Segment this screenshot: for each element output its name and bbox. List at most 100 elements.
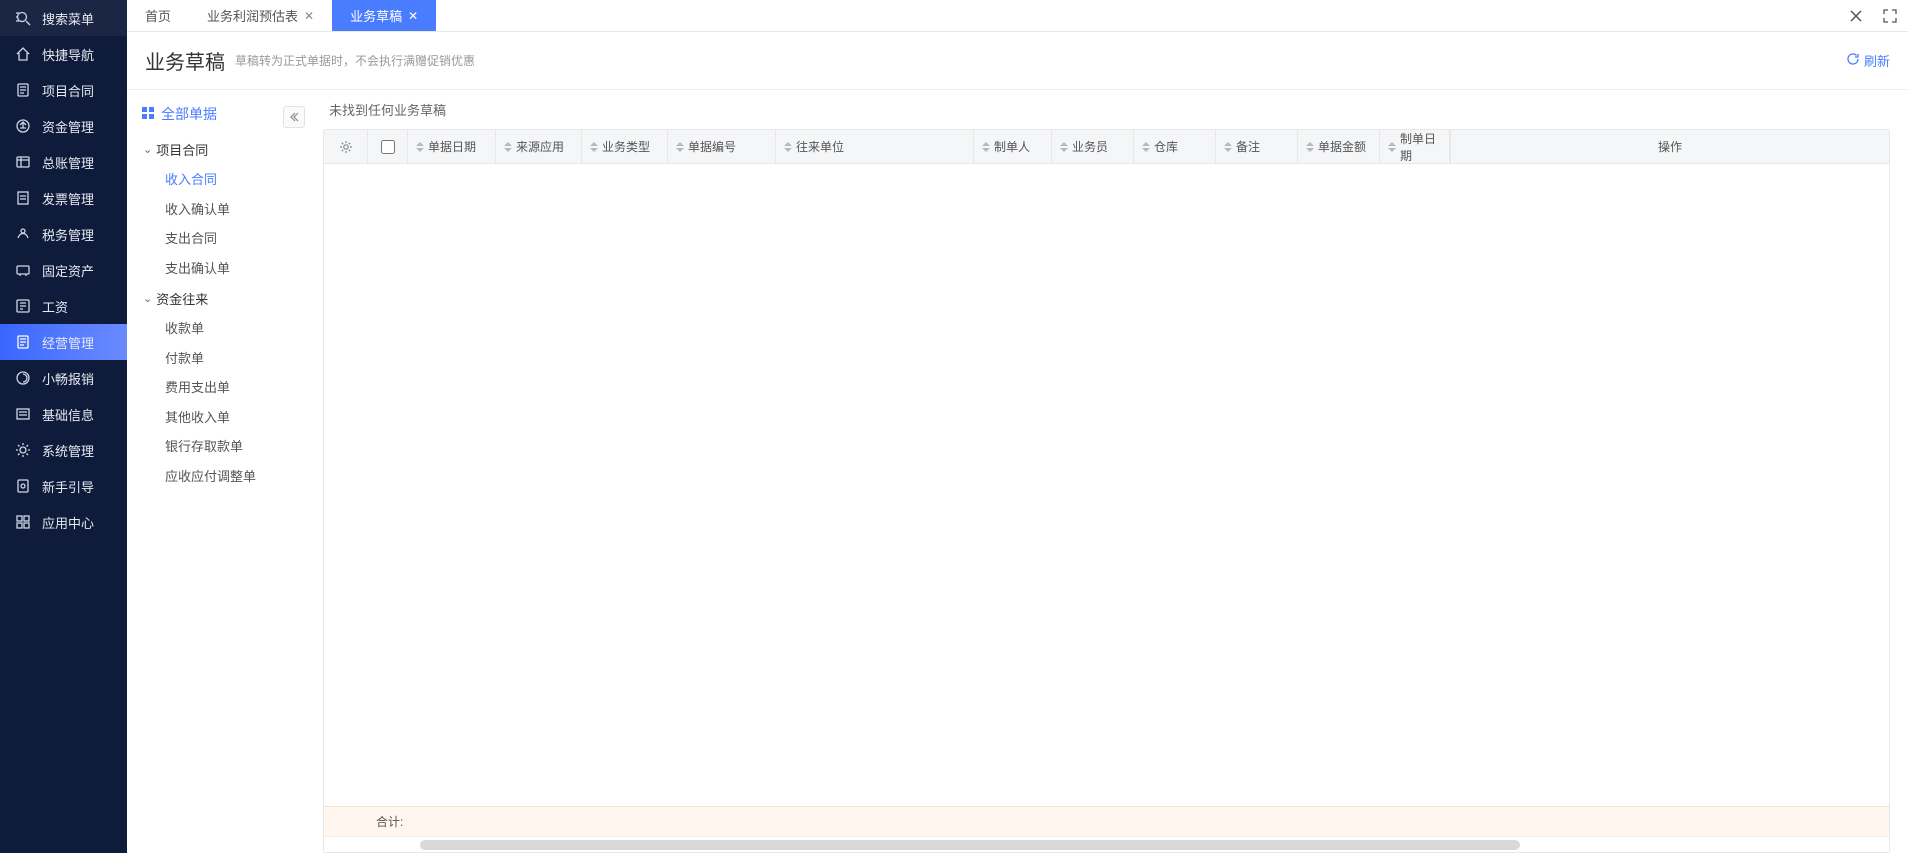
tree-leaf-0-2[interactable]: 支出合同 [139,224,309,254]
nav-item-label: 资金管理 [42,117,94,136]
close-all-icon[interactable] [1844,4,1868,28]
main-area: 首页业务利润预估表 ✕ 业务草稿 ✕ 业务草稿 草稿转为正式单据时，不会执行满赠促销优… [127,0,1908,853]
col-biz-type[interactable]: 业务类型 [582,130,668,163]
page-title: 业务草稿 [145,46,225,75]
tabs-row: 首页业务利润预估表 ✕ 业务草稿 ✕ [127,0,1908,32]
nav-item-salary[interactable]: 工资 [0,288,127,324]
nav-item-label: 应用中心 [42,513,94,532]
page-header: 业务草稿 草稿转为正式单据时，不会执行满赠促销优惠 刷新 [127,32,1908,90]
expense-icon [14,369,32,387]
refresh-button[interactable]: 刷新 [1846,51,1890,70]
tab-1[interactable]: 业务利润预估表 ✕ [189,0,332,31]
content-area: 未找到任何业务草稿 单据日期 来源应用 业务类型 单据编号 往来单位 [317,90,1908,853]
guide-icon [14,477,32,495]
side-header-label: 全部单据 [161,104,217,124]
nav-item-label: 固定资产 [42,261,94,280]
scrollbar-thumb[interactable] [420,840,1520,850]
tree-group-0[interactable]: ⌄ 项目合同 [139,134,309,165]
tree-leaf-1-1[interactable]: 付款单 [139,344,309,374]
select-all-input[interactable] [381,140,395,154]
nav-item-ledger[interactable]: 总账管理 [0,144,127,180]
nav-item-app-center[interactable]: 应用中心 [0,504,127,540]
nav-item-label: 项目合同 [42,81,94,100]
column-settings-icon[interactable] [324,130,368,163]
refresh-label: 刷新 [1864,51,1890,70]
tree-leaf-0-1[interactable]: 收入确认单 [139,195,309,225]
collapse-side-icon[interactable] [283,106,305,128]
grid-icon [141,106,155,123]
table-header-row: 单据日期 来源应用 业务类型 单据编号 往来单位 制单人 业务员 仓库 备注 单… [324,130,1889,164]
tab-2[interactable]: 业务草稿 ✕ [332,0,436,31]
data-table: 单据日期 来源应用 业务类型 单据编号 往来单位 制单人 业务员 仓库 备注 单… [323,129,1890,853]
nav-item-tax[interactable]: 税务管理 [0,216,127,252]
nav-item-label: 税务管理 [42,225,94,244]
nav-item-project-contract[interactable]: 项目合同 [0,72,127,108]
side-panel: 全部单据 ⌄ 项目合同收入合同收入确认单支出合同支出确认单⌄资金往来收款单付款单费… [127,90,317,853]
chevron-down-icon: ⌄ [143,292,152,305]
doc-icon [14,81,32,99]
base-icon [14,405,32,423]
tab-close-icon[interactable]: ✕ [408,9,418,23]
tree-leaf-0-0[interactable]: 收入合同 [139,165,309,195]
tab-close-icon[interactable]: ✕ [304,9,314,23]
nav-item-quick-nav[interactable]: 快捷导航 [0,36,127,72]
nav-item-xc-expense[interactable]: 小畅报销 [0,360,127,396]
tree-leaf-1-2[interactable]: 费用支出单 [139,373,309,403]
tree-leaf-1-4[interactable]: 银行存取款单 [139,432,309,462]
tab-label: 业务利润预估表 [207,6,298,25]
col-operation: 操作 [1450,130,1889,163]
table-footer: 合计: [324,806,1889,836]
tree-leaf-0-3[interactable]: 支出确认单 [139,254,309,284]
asset-icon [14,261,32,279]
fullscreen-icon[interactable] [1878,4,1902,28]
search-icon [14,9,32,27]
nav-item-label: 发票管理 [42,189,94,208]
invoice-icon [14,189,32,207]
tree-leaf-1-5[interactable]: 应收应付调整单 [139,462,309,492]
select-all-checkbox[interactable] [368,130,408,163]
nav-item-search-menu[interactable]: 搜索菜单 [0,0,127,36]
nav-item-label: 搜索菜单 [42,9,94,28]
apps-icon [14,513,32,531]
nav-item-label: 快捷导航 [42,45,94,64]
nav-item-sys-mgmt[interactable]: 系统管理 [0,432,127,468]
ledger-icon [14,153,32,171]
nav-item-fund-mgmt[interactable]: 资金管理 [0,108,127,144]
nav-item-fixed-asset[interactable]: 固定资产 [0,252,127,288]
col-maker[interactable]: 制单人 [974,130,1052,163]
nav-item-base-info[interactable]: 基础信息 [0,396,127,432]
nav-item-label: 系统管理 [42,441,94,460]
nav-item-newbie[interactable]: 新手引导 [0,468,127,504]
side-panel-header[interactable]: 全部单据 [139,100,219,134]
table-body [324,164,1889,806]
nav-item-label: 总账管理 [42,153,94,172]
col-make-date[interactable]: 制单日期 [1380,130,1450,163]
col-amount[interactable]: 单据金额 [1298,130,1380,163]
fund-icon [14,117,32,135]
col-party[interactable]: 往来单位 [776,130,974,163]
nav-item-invoice[interactable]: 发票管理 [0,180,127,216]
tab-0[interactable]: 首页 [127,0,189,31]
nav-item-label: 小畅报销 [42,369,94,388]
tree-group-label: 项目合同 [156,140,208,159]
tree-group-1[interactable]: ⌄资金往来 [139,283,309,314]
nav-item-label: 基础信息 [42,405,94,424]
col-date[interactable]: 单据日期 [408,130,496,163]
col-salesperson[interactable]: 业务员 [1052,130,1134,163]
col-doc-no[interactable]: 单据编号 [668,130,776,163]
footer-total-label: 合计: [368,813,411,830]
col-remark[interactable]: 备注 [1216,130,1298,163]
tab-label: 业务草稿 [350,6,402,25]
nav-item-label: 经营管理 [42,333,94,352]
horizontal-scrollbar[interactable] [324,836,1889,852]
col-warehouse[interactable]: 仓库 [1134,130,1216,163]
tree-leaf-1-3[interactable]: 其他收入单 [139,403,309,433]
biz-icon [14,333,32,351]
nav-item-label: 工资 [42,297,68,316]
tree-leaf-1-0[interactable]: 收款单 [139,314,309,344]
left-nav: 搜索菜单快捷导航项目合同资金管理总账管理发票管理税务管理固定资产工资经营管理小畅… [0,0,127,853]
chevron-down-icon: ⌄ [143,143,152,156]
page-subtitle: 草稿转为正式单据时，不会执行满赠促销优惠 [235,52,475,69]
col-source-app[interactable]: 来源应用 [496,130,582,163]
nav-item-biz-mgmt[interactable]: 经营管理 [0,324,127,360]
